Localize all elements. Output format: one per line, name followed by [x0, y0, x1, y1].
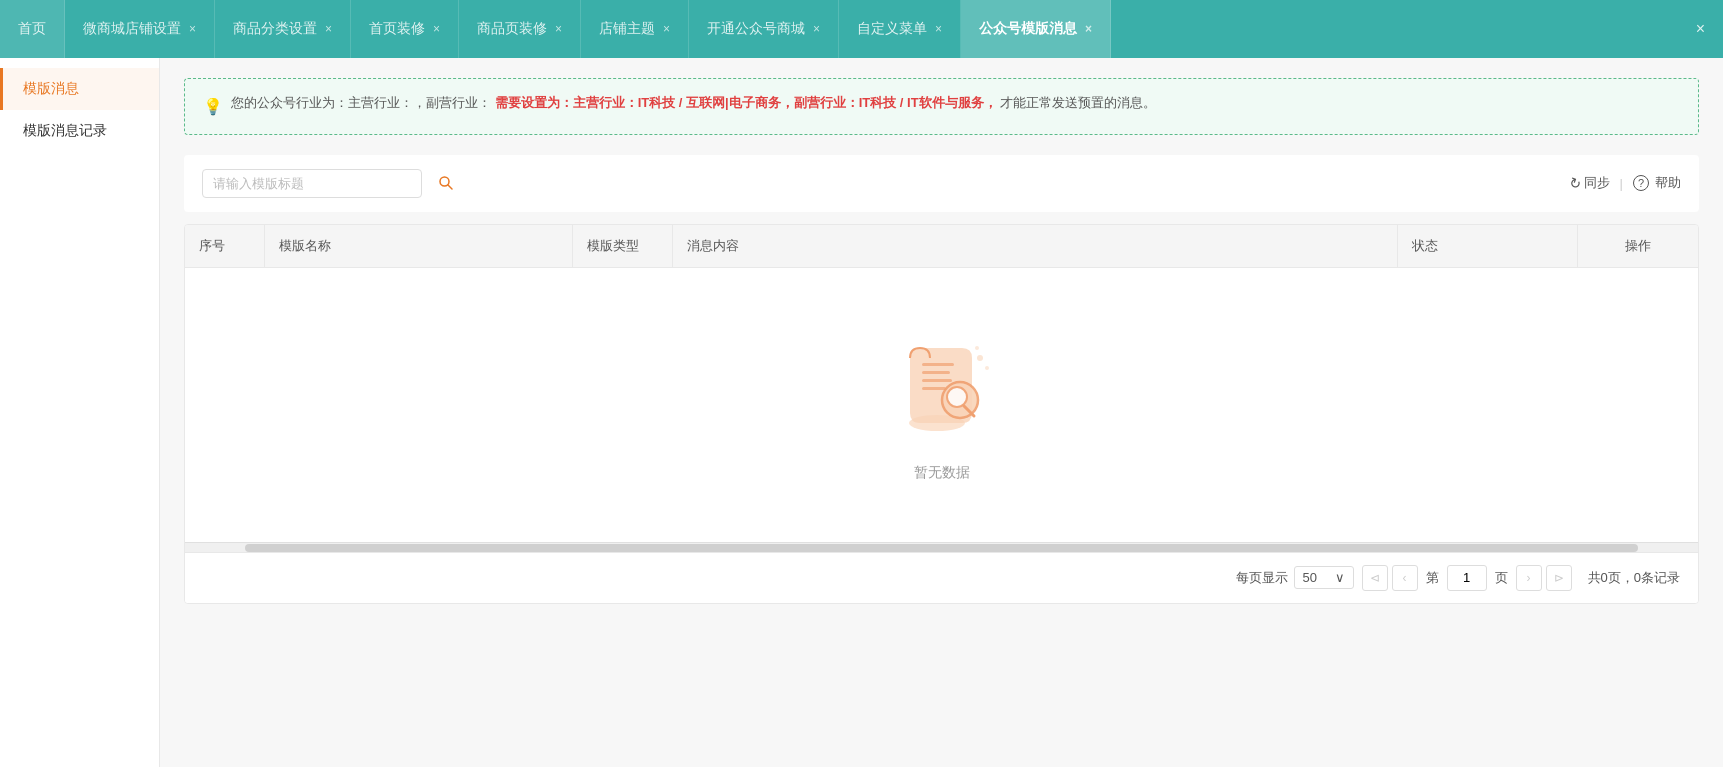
sync-button[interactable]: ↻ 同步	[1569, 174, 1610, 192]
svg-point-8	[947, 387, 967, 407]
page-total: 共0页，0条记录	[1588, 569, 1680, 587]
tab-custom-menu-close[interactable]: ×	[935, 23, 942, 35]
page-size-select: 每页显示 50 ∨	[1236, 566, 1354, 589]
sidebar-item-template-msg[interactable]: 模版消息	[0, 68, 159, 110]
tab-shop-settings[interactable]: 微商城店铺设置 ×	[65, 0, 215, 58]
tab-category-settings-close[interactable]: ×	[325, 23, 332, 35]
sidebar-item-template-msg-label: 模版消息	[23, 80, 79, 96]
tab-bar-global-close[interactable]: ×	[1678, 0, 1723, 58]
table-header: 序号 模版名称 模版类型 消息内容 状态 操作	[185, 225, 1698, 268]
svg-line-1	[448, 185, 452, 189]
tab-shop-settings-label: 微商城店铺设置	[83, 20, 181, 38]
horizontal-scrollbar[interactable]	[185, 542, 1698, 552]
notice-icon: 💡	[203, 94, 223, 120]
search-bar: ↻ 同步 | ? 帮助	[184, 155, 1699, 212]
tab-home-decor[interactable]: 首页装修 ×	[351, 0, 459, 58]
th-status: 状态	[1398, 225, 1578, 267]
tab-open-mall[interactable]: 开通公众号商城 ×	[689, 0, 839, 58]
tab-custom-menu[interactable]: 自定义菜单 ×	[839, 0, 961, 58]
per-page-label: 每页显示	[1236, 569, 1288, 587]
th-action: 操作	[1578, 225, 1698, 267]
tab-template-msg[interactable]: 公众号模版消息 ×	[961, 0, 1111, 58]
sync-label: 同步	[1584, 174, 1610, 192]
tab-store-theme-label: 店铺主题	[599, 20, 655, 38]
page-prev-button[interactable]: ‹	[1392, 565, 1418, 591]
th-seq: 序号	[185, 225, 265, 267]
svg-point-11	[985, 366, 989, 370]
search-right: ↻ 同步 | ? 帮助	[1569, 174, 1681, 192]
tab-category-settings[interactable]: 商品分类设置 ×	[215, 0, 351, 58]
svg-rect-4	[922, 371, 950, 374]
svg-point-10	[977, 355, 983, 361]
page-label: 第	[1426, 569, 1439, 587]
help-button[interactable]: ? 帮助	[1633, 174, 1681, 192]
svg-point-12	[975, 346, 979, 350]
empty-text: 暂无数据	[914, 464, 970, 482]
tab-product-decor-label: 商品页装修	[477, 20, 547, 38]
tab-open-mall-close[interactable]: ×	[813, 23, 820, 35]
sidebar: 模版消息 模版消息记录	[0, 58, 160, 767]
select-chevron-icon: ∨	[1335, 570, 1345, 585]
page-last-button[interactable]: ⊳	[1546, 565, 1572, 591]
pagination: 每页显示 50 ∨ ⊲ ‹ 第 页 › ⊳ 共0页，0条记录	[185, 552, 1698, 603]
notice-suffix: 才能正常发送预置的消息。	[1000, 95, 1156, 110]
empty-illustration	[882, 328, 1002, 448]
tab-product-decor-close[interactable]: ×	[555, 23, 562, 35]
tab-home-decor-close[interactable]: ×	[433, 23, 440, 35]
help-icon: ?	[1633, 175, 1649, 191]
content-area: 💡 您的公众号行业为：主营行业：，副营行业： 需要设置为：主营行业：IT科技 /…	[160, 58, 1723, 767]
per-page-value: 50	[1303, 570, 1317, 585]
th-name: 模版名称	[265, 225, 573, 267]
tab-store-theme-close[interactable]: ×	[663, 23, 670, 35]
per-page-select[interactable]: 50 ∨	[1294, 566, 1354, 589]
svg-rect-6	[922, 387, 946, 390]
main-layout: 模版消息 模版消息记录 💡 您的公众号行业为：主营行业：，副营行业： 需要设置为…	[0, 58, 1723, 767]
tab-shop-settings-close[interactable]: ×	[189, 23, 196, 35]
th-type: 模版类型	[573, 225, 673, 267]
notice-highlight: 需要设置为：主营行业：IT科技 / 互联网|电子商务，副营行业：IT科技 / I…	[495, 95, 997, 110]
sidebar-item-template-msg-log[interactable]: 模版消息记录	[0, 110, 159, 152]
svg-rect-5	[922, 379, 952, 382]
sidebar-item-template-msg-log-label: 模版消息记录	[23, 122, 107, 138]
help-label: 帮助	[1655, 174, 1681, 192]
empty-svg	[882, 328, 1002, 448]
page-suffix: 页	[1495, 569, 1508, 587]
svg-rect-3	[922, 363, 954, 366]
notice-box: 💡 您的公众号行业为：主营行业：，副营行业： 需要设置为：主营行业：IT科技 /…	[184, 78, 1699, 135]
tab-template-msg-label: 公众号模版消息	[979, 20, 1077, 38]
tab-open-mall-label: 开通公众号商城	[707, 20, 805, 38]
tab-bar: 首页 微商城店铺设置 × 商品分类设置 × 首页装修 × 商品页装修 × 店铺主…	[0, 0, 1723, 58]
scroll-thumb[interactable]	[245, 544, 1638, 552]
page-input[interactable]	[1447, 565, 1487, 591]
tab-store-theme[interactable]: 店铺主题 ×	[581, 0, 689, 58]
tab-home-decor-label: 首页装修	[369, 20, 425, 38]
page-nav: ⊲ ‹ 第 页 › ⊳	[1362, 565, 1572, 591]
search-left	[202, 169, 462, 198]
tab-custom-menu-label: 自定义菜单	[857, 20, 927, 38]
divider: |	[1620, 176, 1623, 191]
th-content: 消息内容	[673, 225, 1398, 267]
tab-category-settings-label: 商品分类设置	[233, 20, 317, 38]
notice-text: 您的公众号行业为：主营行业：，副营行业： 需要设置为：主营行业：IT科技 / 互…	[231, 93, 1680, 114]
tab-home[interactable]: 首页	[0, 0, 65, 58]
sync-icon: ↻	[1566, 174, 1583, 193]
search-icon	[438, 175, 454, 191]
tab-product-decor[interactable]: 商品页装修 ×	[459, 0, 581, 58]
data-table: 序号 模版名称 模版类型 消息内容 状态 操作	[184, 224, 1699, 604]
empty-state: 暂无数据	[185, 268, 1698, 542]
page-next-button[interactable]: ›	[1516, 565, 1542, 591]
search-input[interactable]	[202, 169, 422, 198]
tab-home-label: 首页	[18, 20, 46, 38]
tab-template-msg-close[interactable]: ×	[1085, 23, 1092, 35]
notice-prefix: 您的公众号行业为：主营行业：，副营行业：	[231, 95, 491, 110]
search-button[interactable]	[430, 171, 462, 195]
page-first-button[interactable]: ⊲	[1362, 565, 1388, 591]
